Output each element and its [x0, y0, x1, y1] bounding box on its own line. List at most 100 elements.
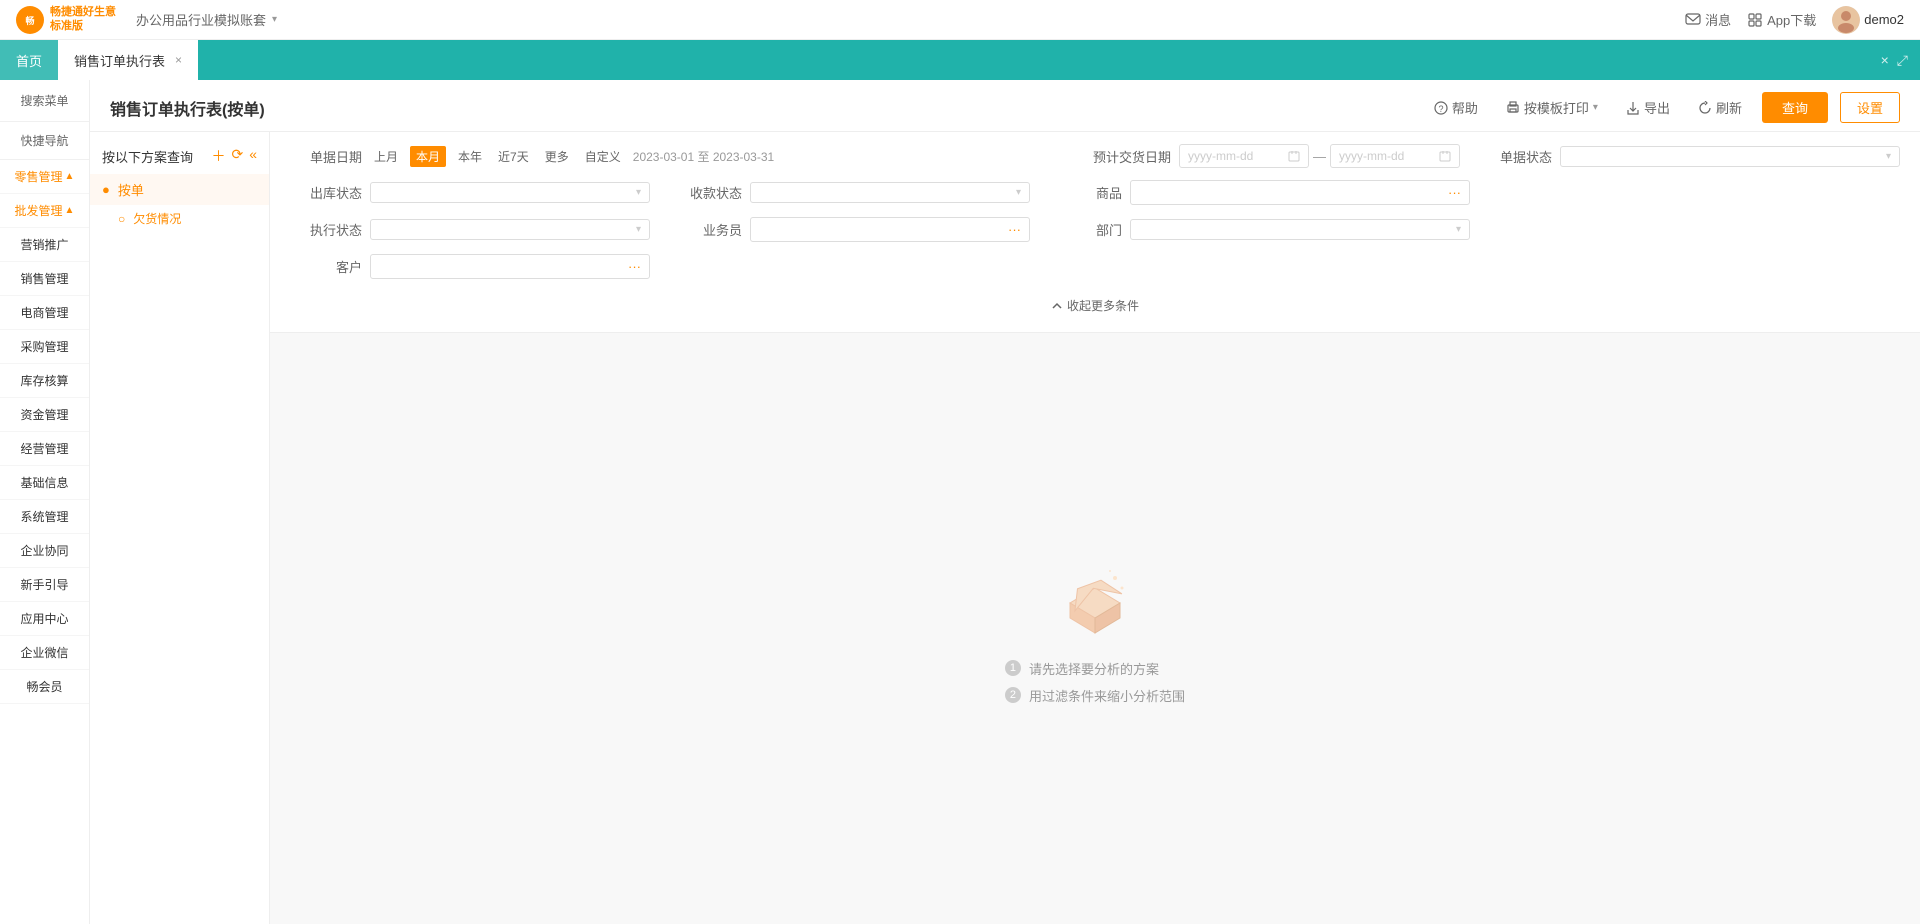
- export-button[interactable]: 导出: [1618, 94, 1678, 121]
- date-separator: —: [1313, 149, 1326, 164]
- tab-maximize-icon[interactable]: ⤢: [1897, 52, 1908, 69]
- date-tab-this-month[interactable]: 本月: [410, 146, 446, 167]
- scheme-refresh-icon[interactable]: ⟳: [231, 146, 243, 166]
- sidebar-item-operations[interactable]: 经营管理: [0, 432, 89, 466]
- delivery-status-label: 出库状态: [290, 183, 370, 202]
- delivery-status-select[interactable]: ▾: [370, 182, 650, 203]
- doc-status-select[interactable]: ▾: [1560, 146, 1900, 167]
- tab-bar-actions: × ⤢: [1881, 40, 1920, 80]
- payment-status-label: 收款状态: [670, 183, 750, 202]
- sidebar-item-new-guide[interactable]: 新手引导: [0, 568, 89, 602]
- scheme-sub-item-shortage[interactable]: ○ 欠货情况: [90, 205, 269, 232]
- doc-status-label: 单据状态: [1480, 147, 1560, 166]
- empty-state: 1 请先选择要分析的方案 2 用过滤条件来缩小分析范围: [270, 333, 1920, 924]
- tab-close-window-icon[interactable]: ×: [1881, 52, 1889, 68]
- sidebar-item-corp-wechat[interactable]: 企业微信: [0, 636, 89, 670]
- empty-tips: 1 请先选择要分析的方案 2 用过滤条件来缩小分析范围: [1005, 659, 1185, 705]
- department-select[interactable]: ▾: [1130, 219, 1470, 240]
- salesman-select[interactable]: ···: [750, 217, 1030, 242]
- date-tab-7days[interactable]: 近7天: [494, 146, 533, 167]
- sidebar-item-basic-info[interactable]: 基础信息: [0, 466, 89, 500]
- sidebar-item-retail[interactable]: 零售管理 ▲: [0, 160, 89, 194]
- export-icon: [1626, 101, 1640, 115]
- sidebar-item-corp-collab[interactable]: 企业协同: [0, 534, 89, 568]
- sidebar: 搜索菜单 快捷导航 零售管理 ▲ 批发管理 ▲ 营销推广 销售管理 电商管理 采…: [0, 80, 90, 924]
- dept-dropdown-icon: ▾: [1456, 224, 1461, 235]
- help-button[interactable]: ? 帮助: [1426, 94, 1486, 121]
- sidebar-nav-label[interactable]: 快捷导航: [0, 128, 89, 153]
- expected-date-label: 预计交货日期: [1079, 147, 1179, 166]
- collapse-button[interactable]: 收起更多条件: [290, 291, 1900, 320]
- print-dropdown-icon[interactable]: ▾: [1593, 102, 1598, 113]
- date-label: 单据日期: [290, 147, 370, 166]
- date-tab-custom[interactable]: 自定义: [581, 146, 625, 167]
- filter-row-4: 客户 ···: [290, 254, 1900, 279]
- logo-area[interactable]: 畅 畅捷通好生意 标准版: [16, 6, 116, 34]
- goods-select[interactable]: ···: [1130, 180, 1470, 205]
- app-download-icon: [1747, 12, 1763, 28]
- scheme-item-order[interactable]: ● 按单: [90, 174, 269, 205]
- salesman-more-icon[interactable]: ···: [1008, 222, 1021, 237]
- delivery-dropdown-icon: ▾: [636, 187, 641, 198]
- sidebar-item-purchase[interactable]: 采购管理: [0, 330, 89, 364]
- payment-dropdown-icon: ▾: [1016, 187, 1021, 198]
- breadcrumb-area: 办公用品行业模拟账套 ▾: [116, 10, 1685, 29]
- expected-date-from[interactable]: yyyy-mm-dd: [1179, 144, 1309, 168]
- sidebar-item-wholesale[interactable]: 批发管理 ▲: [0, 194, 89, 228]
- scheme-item-order-icon: ●: [102, 182, 110, 197]
- sidebar-search-area: 搜索菜单: [0, 80, 89, 122]
- search-menu-button[interactable]: 搜索菜单: [8, 88, 81, 113]
- empty-tip-2: 2 用过滤条件来缩小分析范围: [1005, 686, 1185, 705]
- date-tabs: 上月 本月 本年 近7天 更多 自定义: [370, 146, 625, 167]
- customer-select[interactable]: ···: [370, 254, 650, 279]
- breadcrumb-dropdown-icon[interactable]: ▾: [272, 14, 277, 25]
- content-split: 按以下方案查询 ＋ ⟳ « ● 按单 ○ 欠货情况: [90, 132, 1920, 924]
- date-tab-this-year[interactable]: 本年: [454, 146, 486, 167]
- sidebar-item-marketing[interactable]: 营销推广: [0, 228, 89, 262]
- query-button[interactable]: 查询: [1762, 92, 1828, 123]
- top-header-left: 畅 畅捷通好生意 标准版: [16, 6, 116, 34]
- refresh-button[interactable]: 刷新: [1690, 94, 1750, 121]
- sidebar-item-ecommerce[interactable]: 电商管理: [0, 296, 89, 330]
- sidebar-item-system[interactable]: 系统管理: [0, 500, 89, 534]
- help-icon: ?: [1434, 101, 1448, 115]
- tab-home[interactable]: 首页: [0, 40, 58, 80]
- date-filter-group: 上月 本月 本年 近7天 更多 自定义 2023-03-01 至 2023-03…: [370, 146, 1079, 167]
- department-label: 部门: [1050, 220, 1130, 239]
- customer-more-icon[interactable]: ···: [628, 259, 641, 274]
- retail-arrow-icon: ▲: [65, 171, 75, 182]
- tip-num-2: 2: [1005, 687, 1021, 703]
- tab-active[interactable]: 销售订单执行表 ×: [58, 40, 198, 80]
- print-button[interactable]: 按模板打印 ▾: [1498, 94, 1606, 121]
- sidebar-item-finance[interactable]: 资金管理: [0, 398, 89, 432]
- exec-status-select[interactable]: ▾: [370, 219, 650, 240]
- date-tab-last-month[interactable]: 上月: [370, 146, 402, 167]
- sidebar-item-app-center[interactable]: 应用中心: [0, 602, 89, 636]
- message-action[interactable]: 消息: [1685, 10, 1731, 29]
- svg-text:畅: 畅: [25, 15, 34, 26]
- scheme-add-icon[interactable]: ＋: [211, 146, 225, 166]
- payment-status-select[interactable]: ▾: [750, 182, 1030, 203]
- date-tab-more[interactable]: 更多: [541, 146, 573, 167]
- sidebar-item-member[interactable]: 畅会员: [0, 670, 89, 704]
- app-download-action[interactable]: App下载: [1747, 10, 1816, 29]
- page-title: 销售订单执行表(按单): [110, 96, 265, 120]
- user-area[interactable]: demo2: [1832, 6, 1904, 34]
- top-header: 畅 畅捷通好生意 标准版 办公用品行业模拟账套 ▾ 消息: [0, 0, 1920, 40]
- scheme-header-actions: ＋ ⟳ «: [211, 146, 257, 166]
- tip-num-1: 1: [1005, 660, 1021, 676]
- goods-more-icon[interactable]: ···: [1448, 185, 1461, 200]
- expected-date-to[interactable]: yyyy-mm-dd: [1330, 144, 1460, 168]
- wholesale-arrow-icon: ▲: [65, 205, 75, 216]
- message-icon: [1685, 12, 1701, 28]
- content-area: 销售订单执行表(按单) ? 帮助 按模板打印 ▾: [90, 80, 1920, 924]
- scheme-collapse-icon[interactable]: «: [249, 146, 257, 166]
- sidebar-item-sales[interactable]: 销售管理: [0, 262, 89, 296]
- settings-button[interactable]: 设置: [1840, 92, 1900, 123]
- sidebar-item-inventory[interactable]: 库存核算: [0, 364, 89, 398]
- exec-status-label: 执行状态: [290, 220, 370, 239]
- table-area: 单据日期 上月 本月 本年 近7天 更多 自定义 2023-03-01 至 20…: [270, 132, 1920, 924]
- calendar-icon-from: [1288, 150, 1300, 162]
- scheme-panel: 按以下方案查询 ＋ ⟳ « ● 按单 ○ 欠货情况: [90, 132, 270, 924]
- tab-close-icon[interactable]: ×: [175, 53, 182, 67]
